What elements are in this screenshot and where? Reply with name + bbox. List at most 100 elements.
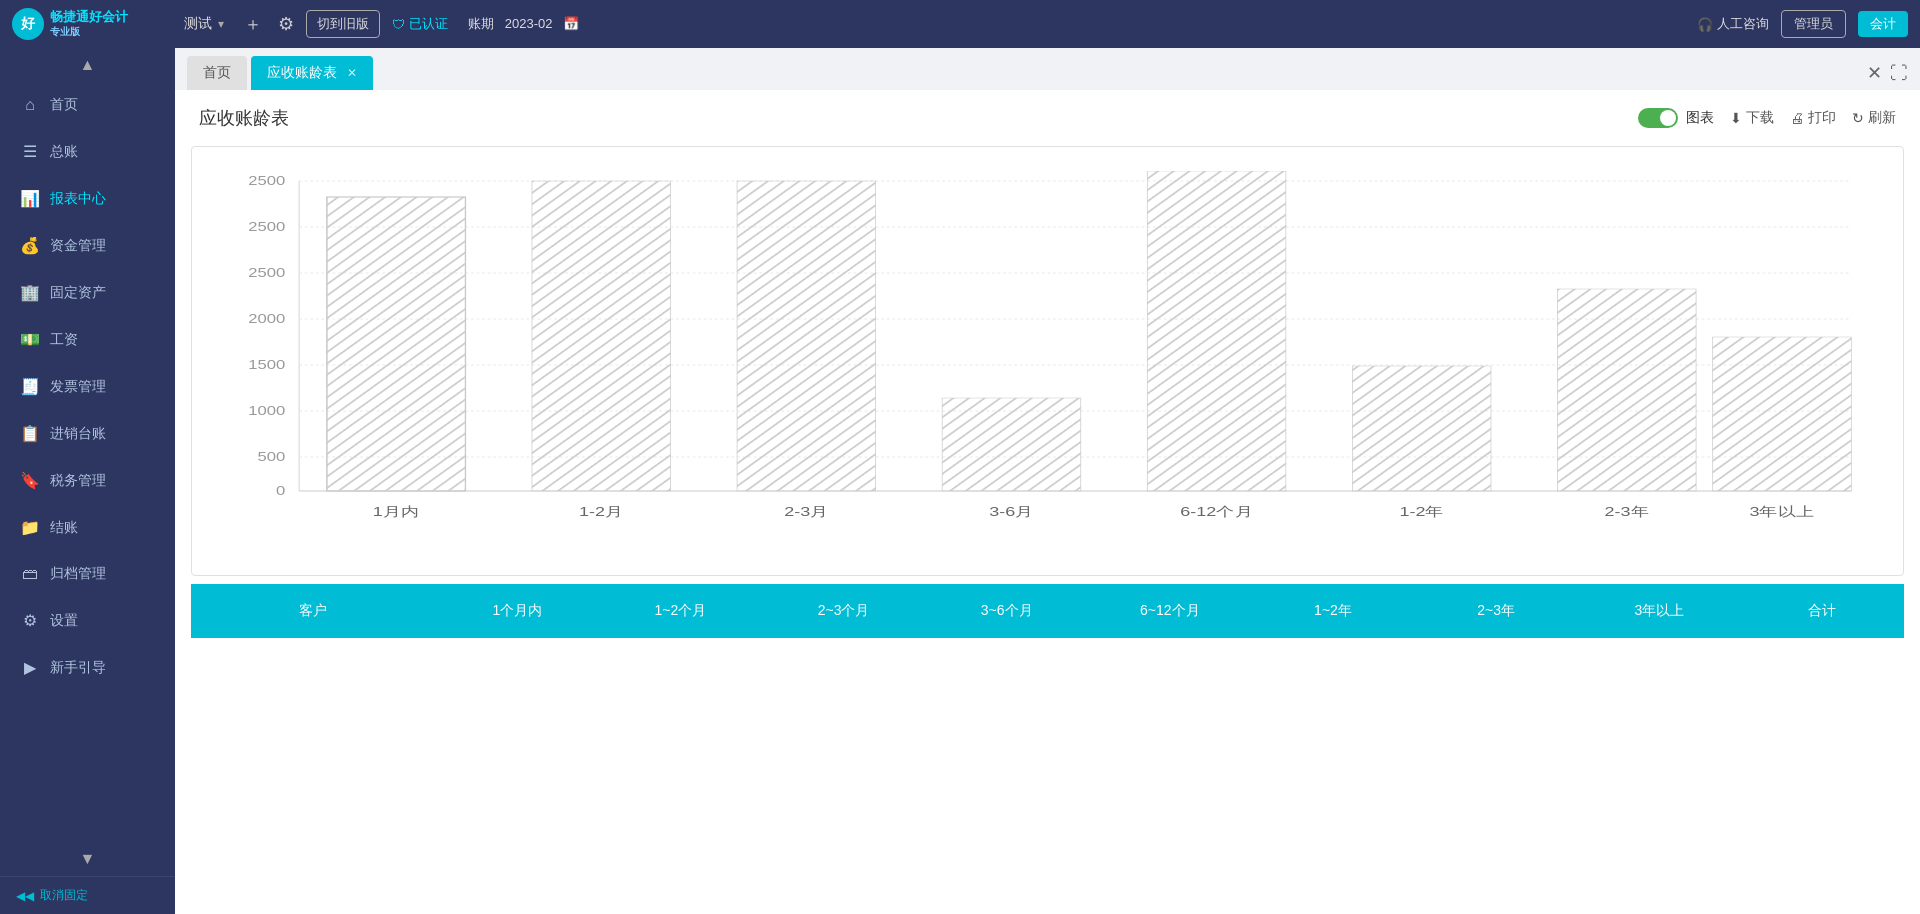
bar-2-3yue	[737, 181, 876, 491]
th-1-2year: 1~2年	[1251, 584, 1414, 638]
content-area: 首页 应收账龄表 ✕ ✕ ⛶ 应收账龄表 图表	[175, 48, 1920, 914]
sidebar-label-sales: 进销台账	[50, 425, 106, 443]
add-button[interactable]: ＋	[240, 8, 266, 40]
bar-1-2nian	[1352, 366, 1491, 491]
bar-chart-svg: 2500 2500 2500 2000 1500 1000 500 0	[216, 171, 1879, 551]
bar-1-2yue	[532, 181, 671, 491]
tax-icon: 🔖	[20, 471, 40, 490]
period-display: 账期 2023-02 📅	[468, 15, 579, 33]
sidebar-scroll-up[interactable]: ▲	[0, 48, 175, 82]
refresh-icon: ↻	[1852, 110, 1864, 126]
sidebar-scroll-down[interactable]: ▼	[0, 842, 175, 876]
th-2-3year: 2~3年	[1415, 584, 1578, 638]
tab-aging-label: 应收账龄表	[267, 64, 337, 80]
logo: 好 畅捷通好会计 专业版	[12, 8, 172, 40]
close-icon[interactable]: ✕	[1867, 62, 1882, 84]
refresh-button[interactable]: ↻ 刷新	[1852, 109, 1896, 127]
period-value: 2023-02	[505, 16, 553, 31]
role-button[interactable]: 会计	[1858, 11, 1908, 37]
sidebar-item-home[interactable]: ⌂ 首页	[0, 82, 175, 128]
sidebar-item-ledger[interactable]: ☰ 总账	[0, 128, 175, 175]
sidebar-label-closing: 结账	[50, 519, 78, 537]
svg-text:500: 500	[258, 450, 286, 463]
tab-aging[interactable]: 应收账龄表 ✕	[251, 56, 373, 90]
print-button[interactable]: 🖨 打印	[1790, 109, 1836, 127]
svg-text:1-2年: 1-2年	[1399, 504, 1443, 518]
th-total: 合计	[1741, 584, 1904, 638]
sidebar-label-settings: 设置	[50, 612, 78, 630]
support-button[interactable]: 🎧 人工咨询	[1697, 15, 1769, 33]
svg-text:2500: 2500	[248, 266, 285, 279]
svg-text:1月内: 1月内	[373, 504, 420, 518]
th-1-2month: 1~2个月	[599, 584, 762, 638]
tab-home[interactable]: 首页	[187, 56, 247, 90]
pin-button[interactable]: ◀◀ 取消固定	[0, 876, 175, 914]
sidebar-item-assets[interactable]: 🏢 固定资产	[0, 269, 175, 316]
settings-icon[interactable]: ⚙	[274, 9, 298, 39]
sales-icon: 📋	[20, 424, 40, 443]
sidebar-item-archive[interactable]: 🗃 归档管理	[0, 551, 175, 597]
table-header: 客户 1个月内 1~2个月 2~3个月 3~6个月 6~12个月 1~2年 2~…	[191, 584, 1904, 638]
certified-badge: 🛡 已认证	[392, 15, 448, 33]
svg-text:2-3月: 2-3月	[784, 504, 828, 518]
sidebar-label-funds: 资金管理	[50, 237, 106, 255]
print-icon: 🖨	[1790, 110, 1804, 126]
svg-text:0: 0	[276, 484, 285, 497]
sidebar-item-reports[interactable]: 📊 报表中心	[0, 175, 175, 222]
settings-icon2: ⚙	[20, 611, 40, 630]
guide-icon: ▶	[20, 658, 40, 677]
sidebar-label-assets: 固定资产	[50, 284, 106, 302]
sidebar-label-archive: 归档管理	[50, 565, 106, 583]
sidebar-item-tax[interactable]: 🔖 税务管理	[0, 457, 175, 504]
assets-icon: 🏢	[20, 283, 40, 302]
download-button[interactable]: ⬇ 下载	[1730, 109, 1774, 127]
page-header: 应收账龄表 图表 ⬇ 下载 🖨 打印 ↻	[175, 90, 1920, 146]
sidebar-item-closing[interactable]: 📁 结账	[0, 504, 175, 551]
tab-home-label: 首页	[203, 64, 231, 80]
sidebar-item-sales[interactable]: 📋 进销台账	[0, 410, 175, 457]
svg-text:3-6月: 3-6月	[989, 504, 1033, 518]
tab-close-icon[interactable]: ✕	[347, 66, 357, 80]
sidebar-label-tax: 税务管理	[50, 472, 106, 490]
calendar-icon[interactable]: 📅	[563, 16, 579, 31]
th-3year-plus: 3年以上	[1578, 584, 1741, 638]
th-2-3month: 2~3个月	[762, 584, 925, 638]
svg-text:2500: 2500	[248, 220, 285, 233]
page-title: 应收账龄表	[199, 106, 289, 130]
support-label: 人工咨询	[1717, 15, 1769, 33]
closing-icon: 📁	[20, 518, 40, 537]
svg-text:2-3年: 2-3年	[1605, 504, 1649, 518]
sidebar-item-wages[interactable]: 💵 工资	[0, 316, 175, 363]
logo-text: 畅捷通好会计	[50, 9, 128, 25]
table-area: 客户 1个月内 1~2个月 2~3个月 3~6个月 6~12个月 1~2年 2~…	[191, 584, 1904, 638]
bar-1yue	[327, 197, 466, 491]
print-label: 打印	[1808, 109, 1836, 127]
chart-toggle[interactable]	[1638, 108, 1678, 128]
sidebar-label-guide: 新手引导	[50, 659, 106, 677]
topbar: 好 畅捷通好会计 专业版 测试 ▾ ＋ ⚙ 切到旧版 🛡 已认证 账期 2023…	[0, 0, 1920, 48]
switch-old-btn[interactable]: 切到旧版	[306, 10, 380, 38]
company-name: 测试	[184, 15, 212, 33]
refresh-label: 刷新	[1868, 109, 1896, 127]
sidebar-item-settings[interactable]: ⚙ 设置	[0, 597, 175, 644]
home-icon: ⌂	[20, 96, 40, 114]
download-icon: ⬇	[1730, 110, 1742, 126]
sidebar-item-guide[interactable]: ▶ 新手引导	[0, 644, 175, 691]
certified-label: 已认证	[409, 15, 448, 33]
period-label: 账期	[468, 16, 494, 31]
svg-text:1-2月: 1-2月	[579, 504, 623, 518]
expand-icon[interactable]: ⛶	[1890, 63, 1908, 84]
pin-icon: ◀◀	[16, 889, 34, 903]
th-6-12month: 6~12个月	[1088, 584, 1251, 638]
sidebar-label-wages: 工资	[50, 331, 78, 349]
sidebar-label-home: 首页	[50, 96, 78, 114]
header-actions: 图表 ⬇ 下载 🖨 打印 ↻ 刷新	[1638, 108, 1896, 128]
headset-icon: 🎧	[1697, 17, 1713, 32]
sidebar-item-funds[interactable]: 💰 资金管理	[0, 222, 175, 269]
sidebar-item-invoice[interactable]: 🧾 发票管理	[0, 363, 175, 410]
funds-icon: 💰	[20, 236, 40, 255]
user-button[interactable]: 管理员	[1781, 10, 1846, 38]
sidebar-label-invoice: 发票管理	[50, 378, 106, 396]
chart-toggle-label: 图表	[1686, 109, 1714, 127]
company-selector[interactable]: 测试 ▾	[184, 15, 224, 33]
